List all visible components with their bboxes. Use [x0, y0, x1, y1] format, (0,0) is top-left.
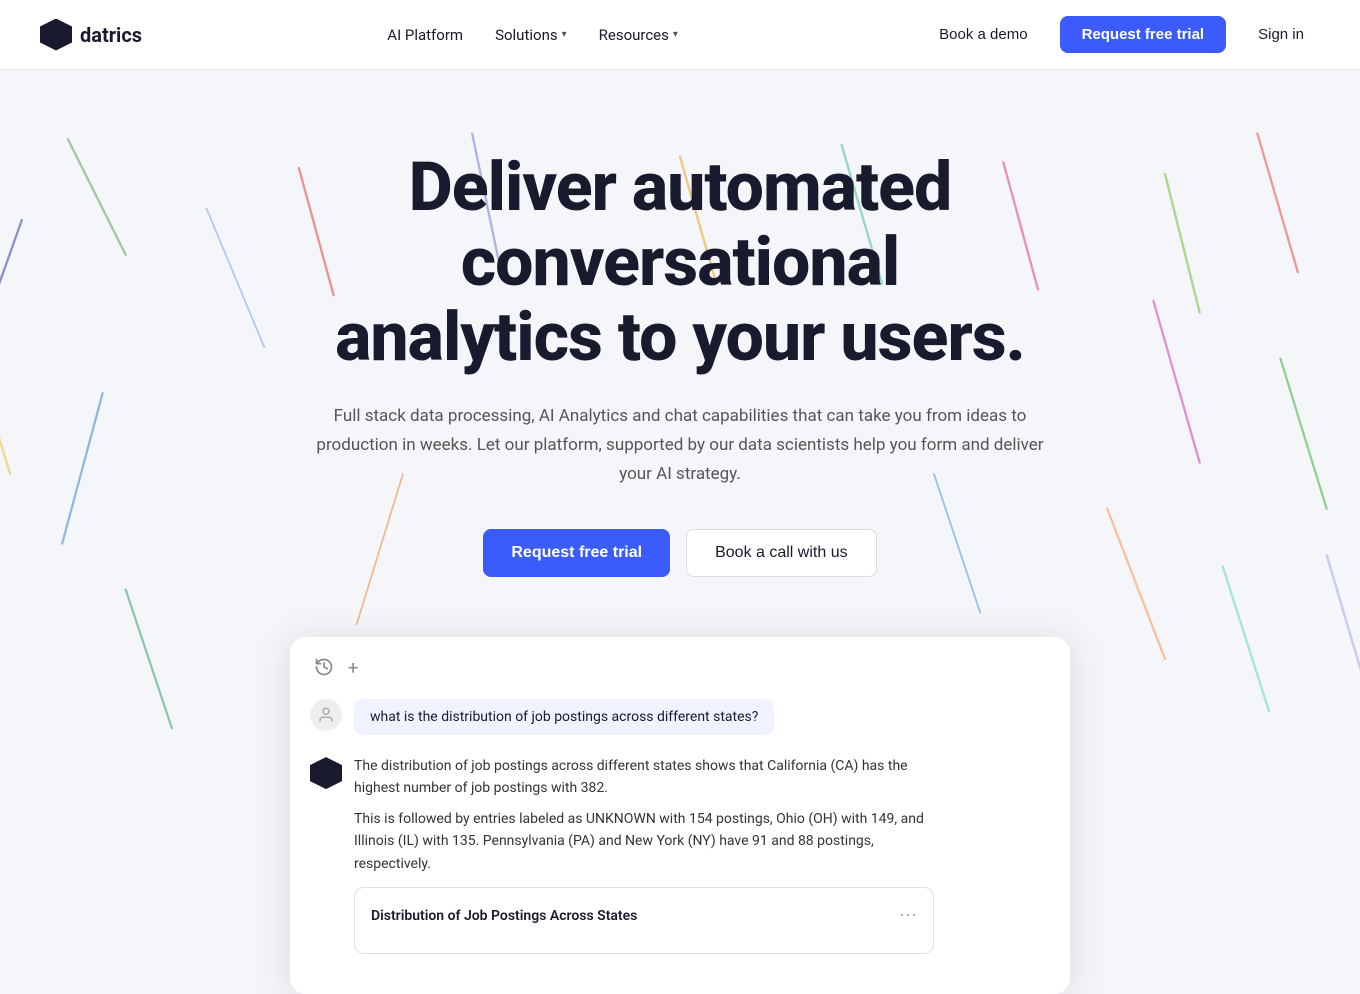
logo-text: datrics	[80, 23, 142, 47]
nav-link-solutions[interactable]: Solutions ▾	[495, 26, 567, 44]
chart-header: Distribution of Job Postings Across Stat…	[371, 902, 917, 931]
chevron-down-icon: ▾	[673, 29, 678, 40]
sign-in-button[interactable]: Sign in	[1242, 18, 1320, 51]
history-icon[interactable]	[314, 657, 336, 679]
user-bubble: what is the distribution of job postings…	[354, 699, 774, 735]
chevron-down-icon: ▾	[562, 29, 567, 40]
bot-message: The distribution of job postings across …	[310, 755, 1050, 954]
logo-hex-icon	[40, 19, 72, 51]
nav-actions: Book a demo Request free trial Sign in	[923, 16, 1320, 53]
hero-section: Deliver automated conversational analyti…	[0, 70, 1360, 994]
hero-title: Deliver automated conversational analyti…	[250, 150, 1110, 374]
request-trial-button[interactable]: Request free trial	[1060, 16, 1227, 53]
bot-avatar-icon	[310, 757, 342, 789]
book-demo-button[interactable]: Book a demo	[923, 18, 1043, 51]
nav-link-resources[interactable]: Resources ▾	[599, 26, 678, 44]
hero-content: Deliver automated conversational analyti…	[230, 150, 1130, 637]
logo[interactable]: datrics	[40, 19, 142, 51]
nav-link-platform[interactable]: AI Platform	[387, 26, 463, 44]
chat-demo-card: + what is the distribution of job postin…	[290, 637, 1070, 994]
nav-links: AI Platform Solutions ▾ Resources ▾	[387, 26, 678, 44]
user-avatar	[310, 699, 342, 731]
user-message: what is the distribution of job postings…	[310, 699, 1050, 735]
chart-preview: Distribution of Job Postings Across Stat…	[354, 887, 934, 954]
chat-toolbar: +	[310, 657, 1050, 679]
bot-bubble: The distribution of job postings across …	[354, 755, 934, 954]
hero-subtitle: Full stack data processing, AI Analytics…	[305, 402, 1055, 489]
navbar: datrics AI Platform Solutions ▾ Resource…	[0, 0, 1360, 70]
add-chat-icon[interactable]: +	[348, 658, 358, 679]
hero-book-call-button[interactable]: Book a call with us	[686, 529, 877, 577]
chart-options-icon[interactable]: ⋯	[899, 902, 917, 931]
hero-cta-buttons: Request free trial Book a call with us	[250, 529, 1110, 577]
hero-request-trial-button[interactable]: Request free trial	[483, 529, 670, 577]
